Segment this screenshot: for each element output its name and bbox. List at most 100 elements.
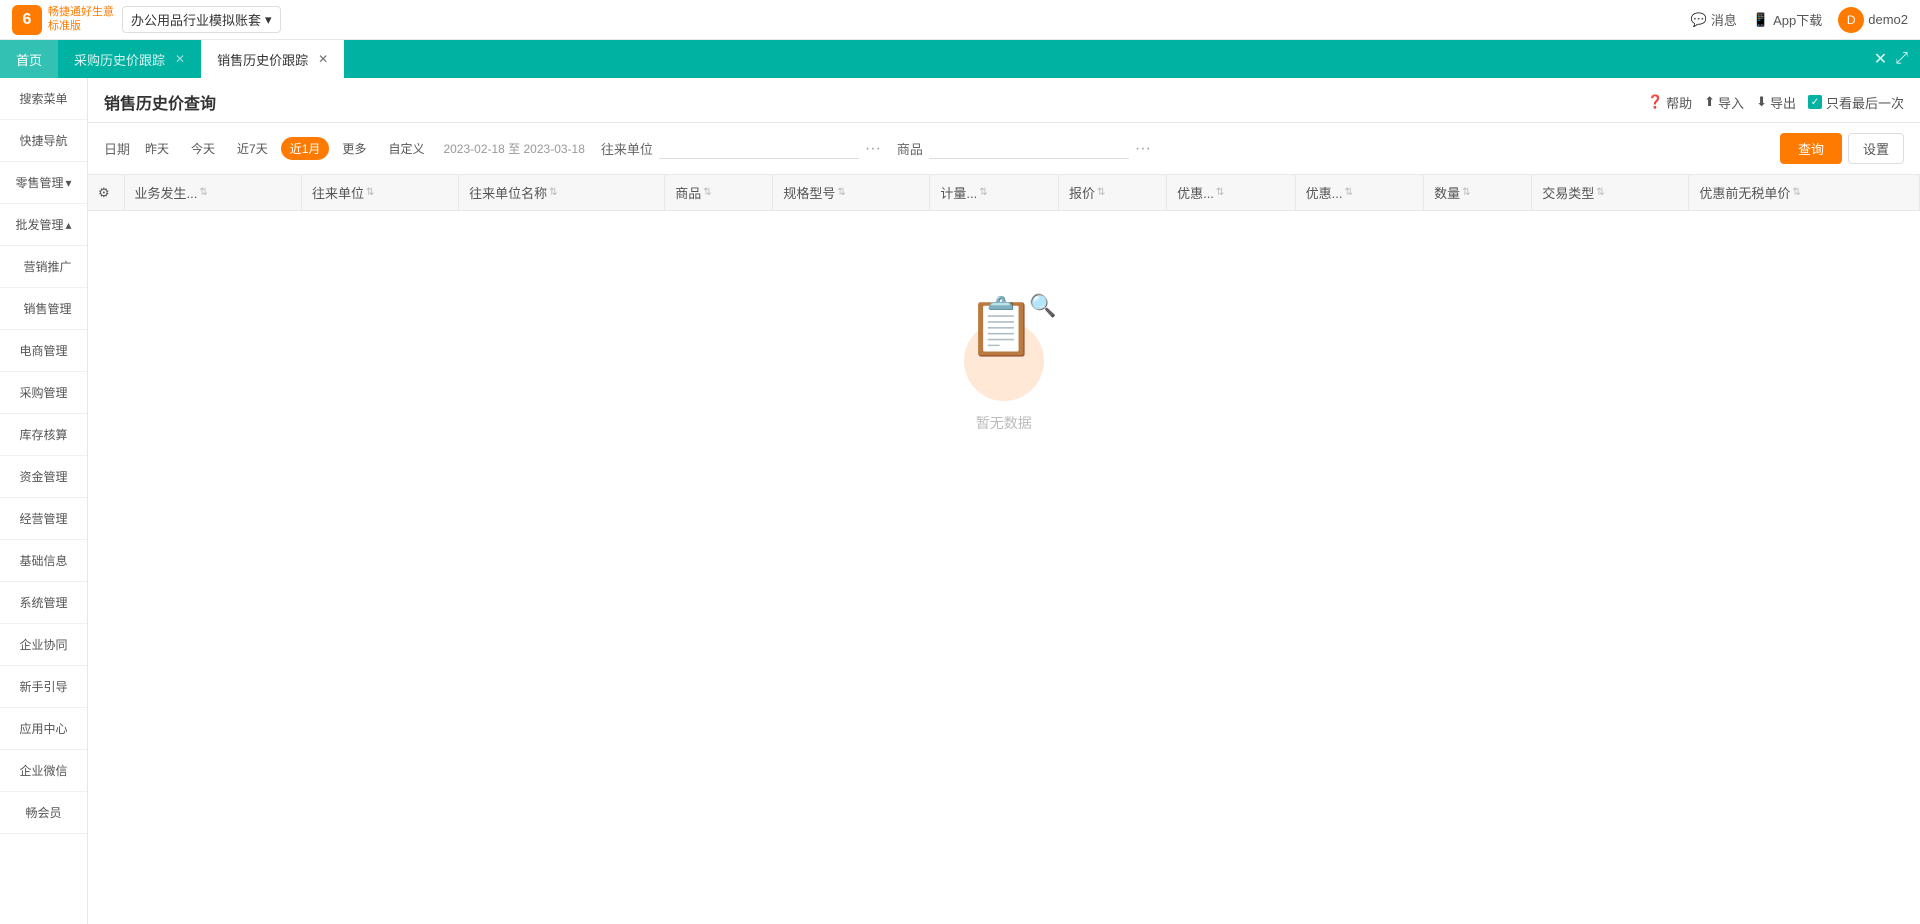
export-button[interactable]: ⬇ 导出	[1756, 93, 1796, 112]
date-btn-1month[interactable]: 近1月	[281, 137, 330, 160]
close-window-icon[interactable]: ✕	[1874, 49, 1887, 69]
empty-row: 📋 🔍 暂无数据	[88, 211, 1920, 514]
username-label: demo2	[1868, 12, 1908, 27]
sort-icon: ⇅	[549, 187, 557, 198]
export-icon: ⬇	[1756, 94, 1767, 110]
partner-input[interactable]	[659, 139, 859, 159]
top-bar-right: 💬 消息 📱 App下载 D demo2	[1691, 7, 1908, 33]
sidebar-item-enterprise-collab[interactable]: 企业协同	[0, 624, 87, 666]
sidebar-item-quick-nav[interactable]: 快捷导航	[0, 120, 87, 162]
page-header-actions: ❓ 帮助 ⬆ 导入 ⬇ 导出 ✓ 只看最后一次	[1647, 93, 1904, 112]
settings-icon[interactable]: ⚙	[98, 185, 110, 200]
top-bar-left: 6 畅捷通好生意 标准版 办公用品行业模拟账套 ▾	[12, 5, 281, 35]
query-button[interactable]: 查询	[1780, 133, 1842, 164]
sort-icon: ⇅	[1462, 187, 1470, 198]
sidebar-item-ecommerce-mgmt[interactable]: 电商管理	[0, 330, 87, 372]
sidebar-item-purchase-mgmt[interactable]: 采购管理	[0, 372, 87, 414]
close-tab-purchase-icon[interactable]: ✕	[175, 52, 185, 66]
import-icon: ⬆	[1704, 94, 1715, 110]
chevron-down-icon: ▾	[265, 12, 272, 28]
sort-icon: ⇅	[199, 187, 207, 198]
logo-icon: 6	[12, 5, 42, 35]
app-selector[interactable]: 办公用品行业模拟账套 ▾	[122, 6, 281, 33]
sidebar-item-retail-mgmt[interactable]: 零售管理 ▾	[0, 162, 87, 204]
top-bar: 6 畅捷通好生意 标准版 办公用品行业模拟账套 ▾ 💬 消息 📱 App下载 D…	[0, 0, 1920, 40]
app-name-label: 办公用品行业模拟账套	[131, 10, 261, 29]
logo-area: 6 畅捷通好生意 标准版	[12, 5, 114, 35]
date-filter-group: 日期 昨天 今天 近7天 近1月 更多 自定义 2023-02-18 至 202…	[104, 137, 585, 160]
col-quantity[interactable]: 数量 ⇅	[1424, 175, 1532, 211]
col-product[interactable]: 商品 ⇅	[665, 175, 773, 211]
table-body: 📋 🔍 暂无数据	[88, 211, 1920, 514]
empty-text: 暂无数据	[976, 413, 1032, 433]
date-btn-custom[interactable]: 自定义	[379, 137, 433, 160]
download-icon: 📱	[1753, 12, 1769, 28]
col-spec[interactable]: 规格型号 ⇅	[773, 175, 930, 211]
sort-icon: ⇅	[1792, 187, 1800, 198]
product-input[interactable]	[929, 139, 1129, 159]
date-label: 日期	[104, 139, 130, 158]
app-download-button[interactable]: 📱 App下载	[1753, 10, 1822, 29]
chevron-up-icon: ▴	[65, 218, 71, 232]
col-biz-date[interactable]: 业务发生... ⇅	[124, 175, 302, 211]
page-header: 销售历史价查询 ❓ 帮助 ⬆ 导入 ⬇ 导出 ✓ 只看最后一次	[88, 78, 1920, 123]
empty-state: 📋 🔍 暂无数据	[88, 211, 1920, 513]
date-btn-7days[interactable]: 近7天	[228, 137, 277, 160]
tab-home[interactable]: 首页	[0, 40, 58, 78]
settings-button[interactable]: 设置	[1848, 133, 1904, 164]
empty-doc-icon: 📋	[967, 299, 1037, 355]
checkbox-icon: ✓	[1808, 95, 1822, 109]
maximize-icon[interactable]: ⤢	[1895, 50, 1908, 68]
help-button[interactable]: ❓ 帮助	[1647, 93, 1692, 112]
filter-actions: 查询 设置	[1780, 133, 1904, 164]
date-btn-more[interactable]: 更多	[333, 137, 375, 160]
product-dots[interactable]: ···	[1135, 140, 1151, 158]
col-quote[interactable]: 报价 ⇅	[1058, 175, 1166, 211]
import-button[interactable]: ⬆ 导入	[1704, 93, 1744, 112]
sort-icon: ⇅	[703, 187, 711, 198]
date-btn-today[interactable]: 今天	[182, 137, 224, 160]
chevron-down-icon: ▾	[65, 176, 71, 190]
sidebar: 搜索菜单 快捷导航 零售管理 ▾ 批发管理 ▴ 营销推广 销售管理 电商管理 采…	[0, 78, 88, 924]
col-trade-type[interactable]: 交易类型 ⇅	[1532, 175, 1689, 211]
sidebar-item-marketing[interactable]: 营销推广	[0, 246, 87, 288]
sidebar-item-sales-mgmt[interactable]: 销售管理	[0, 288, 87, 330]
purchase-tab-label: 采购历史价跟踪	[74, 50, 165, 69]
sidebar-item-finance-mgmt[interactable]: 资金管理	[0, 456, 87, 498]
message-button[interactable]: 💬 消息	[1691, 10, 1737, 29]
col-discount1[interactable]: 优惠... ⇅	[1167, 175, 1296, 211]
sort-icon: ⇅	[1596, 187, 1604, 198]
date-btn-yesterday[interactable]: 昨天	[136, 137, 178, 160]
col-partner-code[interactable]: 往来单位 ⇅	[302, 175, 459, 211]
table-header-row: ⚙ 业务发生... ⇅ 往来单位 ⇅	[88, 175, 1920, 211]
sort-icon: ⇅	[366, 187, 374, 198]
col-discount2[interactable]: 优惠... ⇅	[1295, 175, 1424, 211]
sidebar-item-wholesale-mgmt[interactable]: 批发管理 ▴	[0, 204, 87, 246]
sidebar-item-enterprise-wechat[interactable]: 企业微信	[0, 750, 87, 792]
sidebar-item-app-center[interactable]: 应用中心	[0, 708, 87, 750]
col-unit[interactable]: 计量... ⇅	[930, 175, 1059, 211]
user-menu[interactable]: D demo2	[1838, 7, 1908, 33]
sidebar-item-new-guide[interactable]: 新手引导	[0, 666, 87, 708]
sort-icon: ⇅	[979, 187, 987, 198]
main-layout: 搜索菜单 快捷导航 零售管理 ▾ 批发管理 ▴ 营销推广 销售管理 电商管理 采…	[0, 78, 1920, 924]
sidebar-item-member[interactable]: 畅会员	[0, 792, 87, 834]
help-icon: ❓	[1647, 94, 1663, 110]
col-pre-tax[interactable]: 优惠前无税单价 ⇅	[1689, 175, 1920, 211]
partner-dots[interactable]: ···	[865, 140, 881, 158]
sort-icon: ⇅	[1097, 187, 1105, 198]
sidebar-item-system-mgmt[interactable]: 系统管理	[0, 582, 87, 624]
sidebar-item-inventory-check[interactable]: 库存核算	[0, 414, 87, 456]
tab-sales-history[interactable]: 销售历史价跟踪 ✕	[201, 40, 344, 78]
sidebar-item-operation-mgmt[interactable]: 经营管理	[0, 498, 87, 540]
sort-icon: ⇅	[1216, 187, 1224, 198]
logo-text: 畅捷通好生意 标准版	[48, 6, 114, 32]
col-partner-name[interactable]: 往来单位名称 ⇅	[459, 175, 665, 211]
message-icon: 💬	[1691, 12, 1707, 28]
tab-purchase-history[interactable]: 采购历史价跟踪 ✕	[58, 40, 201, 78]
only-last-checkbox[interactable]: ✓ 只看最后一次	[1808, 93, 1904, 112]
close-tab-sales-icon[interactable]: ✕	[318, 52, 328, 66]
table-container: ⚙ 业务发生... ⇅ 往来单位 ⇅	[88, 175, 1920, 924]
sidebar-item-basic-info[interactable]: 基础信息	[0, 540, 87, 582]
sidebar-item-search-menu[interactable]: 搜索菜单	[0, 78, 87, 120]
